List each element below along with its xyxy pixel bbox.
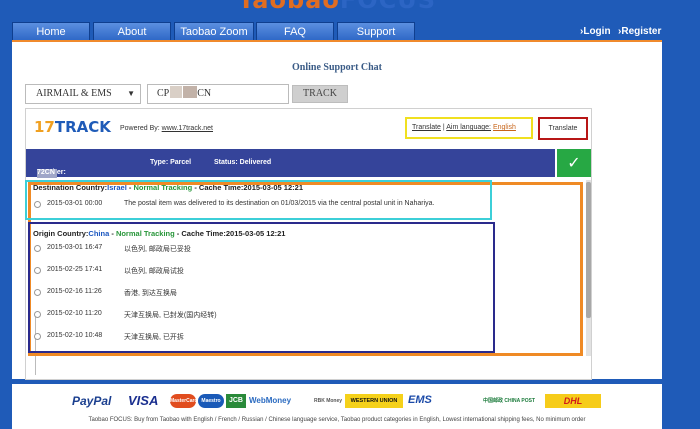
redacted-block	[183, 86, 198, 98]
footer-description: Taobao FOCUS: Buy from Taobao with Engli…	[88, 417, 586, 423]
site-logo-left: Taobao	[238, 0, 340, 14]
check-icon: ✓	[557, 149, 591, 177]
login-link[interactable]: ›Login	[580, 26, 611, 37]
register-label: Register	[621, 26, 662, 37]
tracking-number-input[interactable]: CP CN	[147, 84, 289, 104]
scrollbar-thumb[interactable]	[586, 182, 591, 318]
logo-part-a: 17	[34, 118, 55, 136]
register-link[interactable]: ›Register	[618, 26, 661, 37]
dhl-logo: DHL	[545, 394, 601, 408]
footer: PayPal VISA MasterCard Maestro JCB WebMo…	[12, 384, 662, 429]
events-scrollbar[interactable]	[586, 180, 591, 356]
language-selector: Translate | Aim language: English	[405, 117, 533, 139]
17track-logo: 17TRACK	[34, 118, 111, 136]
aim-language-value[interactable]: English	[493, 124, 516, 131]
carrier-select[interactable]: AIRMAIL & EMS ▼	[25, 84, 141, 104]
maestro-logo: Maestro	[198, 394, 224, 408]
site-logo-right: FOCUS	[339, 0, 437, 14]
rbk-money-logo: RBK Money	[308, 394, 348, 408]
carrier-select-value: AIRMAIL & EMS	[36, 88, 112, 99]
highlight-frame-origin	[28, 222, 495, 353]
paypal-logo: PayPal	[72, 394, 112, 408]
powered-by-link[interactable]: www.17track.net	[162, 125, 213, 132]
page-title: Online Support Chat	[291, 62, 383, 73]
jcb-logo: JCB	[226, 394, 246, 408]
tracking-number-end: 72CN	[37, 169, 55, 176]
delivery-status: Status: Delivered	[214, 159, 272, 166]
chevron-down-icon: ▼	[127, 89, 135, 98]
site-logo[interactable]: TaobaoFOCUS	[238, 0, 436, 14]
status-bar: Number: CP 72CN Type: Parcel Status: Del…	[26, 149, 555, 183]
highlight-frame-destination	[25, 180, 492, 220]
webmoney-logo: WebMoney	[249, 396, 292, 405]
login-label: Login	[583, 26, 611, 37]
nav-tab-about[interactable]: About	[93, 22, 171, 42]
powered-by-label: Powered By:	[120, 125, 160, 132]
powered-by: Powered By: www.17track.net	[120, 125, 213, 132]
nav-tab-taobao-zoom[interactable]: Taobao Zoom	[174, 22, 254, 42]
nav-tab-support[interactable]: Support	[337, 22, 415, 42]
translate-button[interactable]: Translate	[538, 117, 588, 140]
china-post-logo: 中国邮政 CHINA POST	[478, 394, 540, 408]
track-button[interactable]: TRACK	[292, 85, 348, 103]
aim-language-label[interactable]: Aim language:	[446, 124, 491, 131]
nav-tab-faq[interactable]: FAQ	[256, 22, 334, 42]
translate-link[interactable]: Translate	[412, 124, 441, 131]
visa-logo: VISA	[128, 393, 159, 408]
redacted-block	[170, 86, 183, 98]
parcel-type: Type: Parcel	[150, 159, 192, 166]
tracking-number-suffix: CN	[197, 88, 212, 99]
mastercard-logo: MasterCard	[170, 394, 198, 408]
logo-part-b: TRACK	[54, 118, 111, 136]
ems-logo: EMS	[408, 394, 432, 406]
nav-tab-home[interactable]: Home	[12, 22, 90, 42]
tracking-number-prefix: CP	[157, 88, 170, 99]
main-nav: Home About Taobao Zoom FAQ Support ›Logi…	[12, 20, 662, 42]
western-union-logo: WESTERN UNION	[345, 394, 403, 408]
